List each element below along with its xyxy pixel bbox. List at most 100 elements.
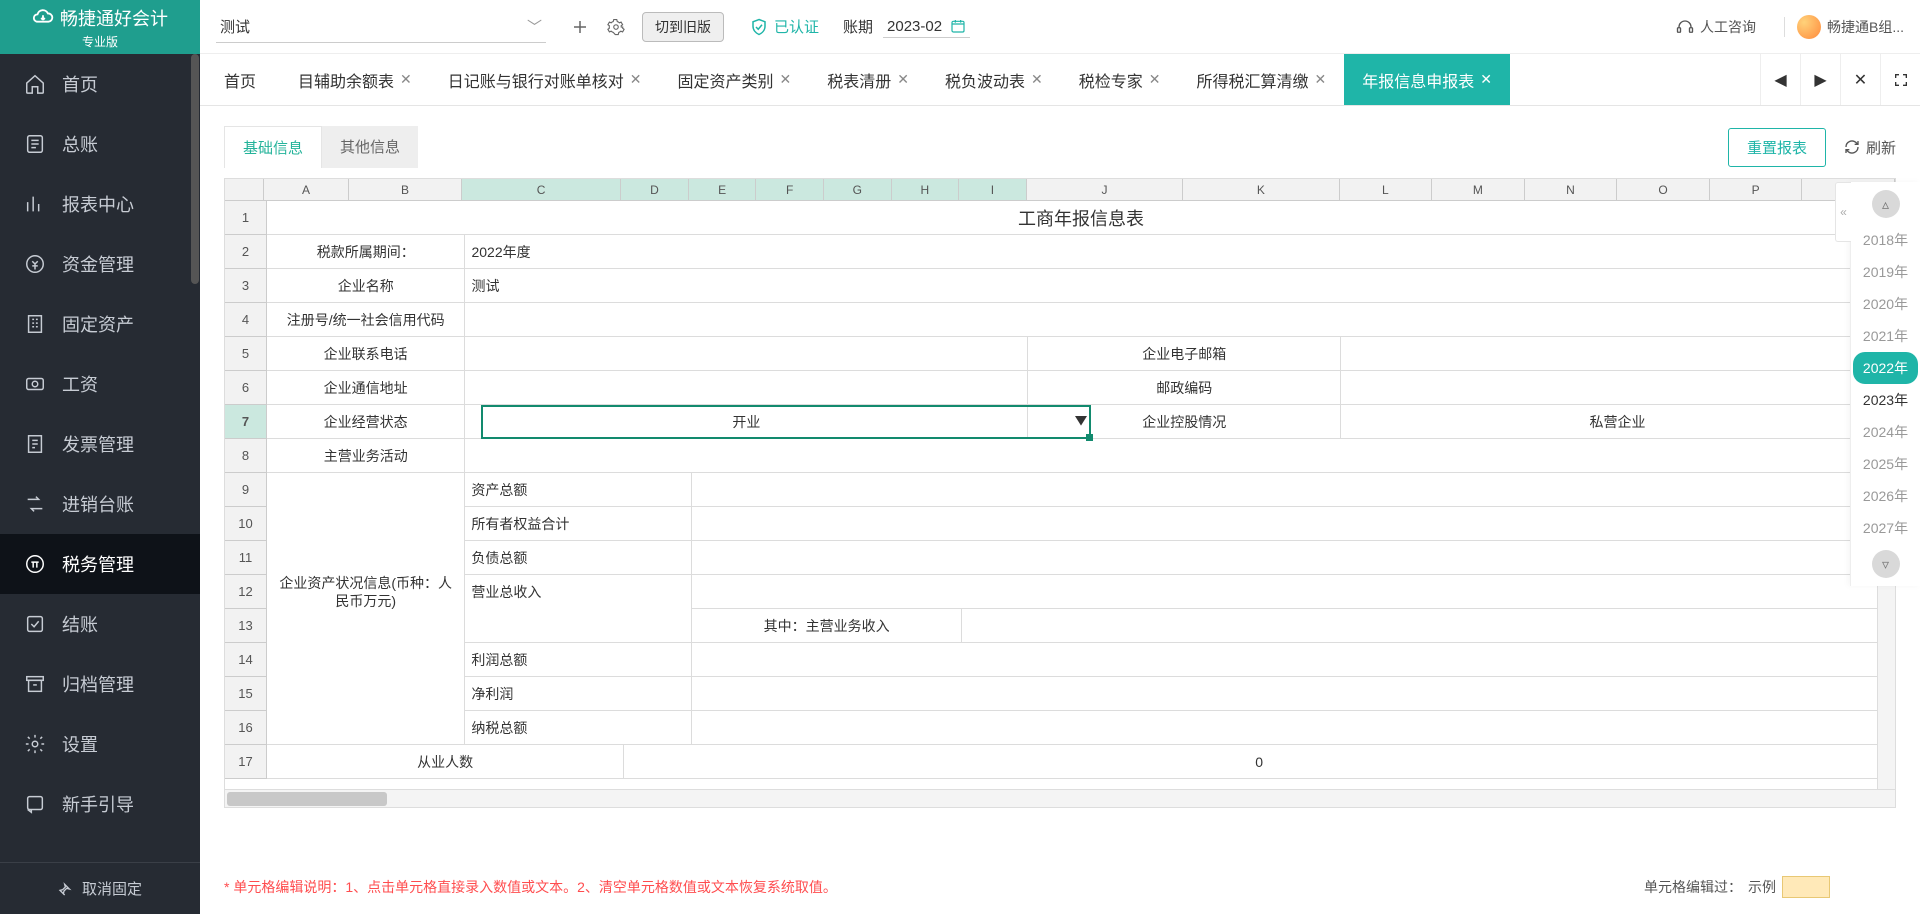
close-icon[interactable]: ✕ [630,71,642,88]
sidebar-item-guide[interactable]: 新手引导 [0,774,200,834]
row-header[interactable]: 10 [225,507,267,541]
cell[interactable] [465,439,1895,473]
col-header[interactable]: B [349,179,462,200]
cell[interactable] [465,337,1028,371]
row-header[interactable]: 9 [225,473,267,507]
cell[interactable] [465,371,1028,405]
sidebar-item-money[interactable]: 资金管理 [0,234,200,294]
row-header[interactable]: 15 [225,677,267,711]
close-icon[interactable]: ✕ [897,71,909,88]
col-header[interactable]: H [892,179,960,200]
cell[interactable]: 测试 [465,269,1895,303]
spreadsheet[interactable]: ABCDEFGHIJKLMNOPQ 1工商年报信息表2税款所属期间：2022年度… [224,178,1896,808]
tab-item[interactable]: 税检专家✕ [1061,54,1179,105]
sidebar-item-archive[interactable]: 归档管理 [0,654,200,714]
sidebar-item-chart[interactable]: 报表中心 [0,174,200,234]
settings-icon[interactable] [598,9,634,45]
year-option[interactable]: 2022年 [1853,352,1918,384]
cell[interactable] [962,609,1895,643]
cell[interactable] [465,303,1895,337]
cell[interactable] [692,541,1895,575]
horizontal-scrollbar[interactable] [225,789,1895,807]
cell[interactable] [1341,371,1895,405]
year-up-icon[interactable]: ▵ [1872,190,1900,218]
row-header[interactable]: 6 [225,371,267,405]
row-header[interactable]: 2 [225,235,267,269]
cell[interactable] [692,711,1895,745]
close-icon[interactable]: ✕ [1315,71,1327,88]
sidebar-item-invoice[interactable]: 发票管理 [0,414,200,474]
tab-item[interactable]: 所得税汇算清缴✕ [1179,54,1345,105]
row-header[interactable]: 3 [225,269,267,303]
tab-home[interactable]: 首页 [200,54,280,105]
close-icon[interactable]: ✕ [400,71,412,88]
reset-report-button[interactable]: 重置报表 [1728,128,1826,167]
sidebar-item-tax[interactable]: 税务管理 [0,534,200,594]
year-option[interactable]: 2024年 [1853,416,1918,448]
year-option[interactable]: 2026年 [1853,480,1918,512]
year-option[interactable]: 2027年 [1853,512,1918,544]
tab-item[interactable]: 固定资产类别✕ [660,54,810,105]
unpin-button[interactable]: 取消固定 [0,862,200,914]
tab-item[interactable]: 目辅助余额表✕ [280,54,430,105]
sidebar-item-home[interactable]: 首页 [0,54,200,114]
close-icon[interactable]: ✕ [1480,71,1492,88]
close-icon[interactable]: ✕ [780,71,792,88]
col-header[interactable]: F [756,179,824,200]
cell[interactable]: 私营企业 [1341,405,1895,439]
row-header[interactable]: 17 [225,745,267,779]
cell[interactable] [692,643,1895,677]
select-all-corner[interactable] [225,179,264,200]
tab-item[interactable]: 税表清册✕ [809,54,927,105]
add-icon[interactable] [562,9,598,45]
row-header[interactable]: 16 [225,711,267,745]
sidebar-item-building[interactable]: 固定资产 [0,294,200,354]
sidebar-scrollbar[interactable] [190,54,200,914]
cell[interactable]: 0 [624,745,1895,779]
collapse-rail-icon[interactable]: « [1835,182,1851,242]
year-option[interactable]: 2023年 [1853,384,1918,416]
row-header[interactable]: 7 [225,405,267,439]
fullscreen-icon[interactable] [1880,54,1920,105]
tab-item[interactable]: 日记账与银行对账单核对✕ [430,54,660,105]
col-header[interactable]: L [1340,179,1433,200]
account-selector[interactable]: 测试 ﹀ [216,11,546,43]
tabs-scroll-left[interactable]: ◀ [1760,54,1800,105]
help-support[interactable]: 人工咨询 [1676,17,1756,37]
period-picker[interactable]: 2023-02 [883,16,970,38]
close-icon[interactable]: ✕ [1031,71,1043,88]
col-header[interactable]: N [1525,179,1618,200]
year-option[interactable]: 2020年 [1853,288,1918,320]
business-status-cell[interactable]: 开业 [465,405,1028,439]
tabs-scroll-right[interactable]: ▶ [1800,54,1840,105]
sidebar-item-inout[interactable]: 进销台账 [0,474,200,534]
tab-item[interactable]: 税负波动表✕ [927,54,1061,105]
cell[interactable] [692,575,1895,609]
cell[interactable] [1341,337,1895,371]
sidebar-item-salary[interactable]: 工资 [0,354,200,414]
row-header[interactable]: 5 [225,337,267,371]
cell[interactable] [692,507,1895,541]
col-header[interactable]: G [824,179,892,200]
sidebar-item-close[interactable]: 结账 [0,594,200,654]
user-menu[interactable]: 畅捷通B组... [1797,15,1904,39]
subtab-other[interactable]: 其他信息 [322,126,418,168]
tab-item[interactable]: 年报信息申报表✕ [1344,54,1510,105]
year-option[interactable]: 2018年 [1853,224,1918,256]
row-header[interactable]: 4 [225,303,267,337]
year-option[interactable]: 2019年 [1853,256,1918,288]
col-header[interactable]: O [1617,179,1710,200]
year-option[interactable]: 2021年 [1853,320,1918,352]
switch-old-button[interactable]: 切到旧版 [642,12,724,42]
cell[interactable] [692,677,1895,711]
col-header[interactable]: D [621,179,689,200]
col-header[interactable]: J [1027,179,1183,200]
row-header[interactable]: 8 [225,439,267,473]
col-header[interactable]: A [264,179,349,200]
subtab-basic[interactable]: 基础信息 [224,126,322,168]
year-option[interactable]: 2025年 [1853,448,1918,480]
sidebar-item-ledger[interactable]: 总账 [0,114,200,174]
row-header[interactable]: 13 [225,609,267,643]
cell[interactable] [692,473,1895,507]
col-header[interactable]: C [462,179,621,200]
